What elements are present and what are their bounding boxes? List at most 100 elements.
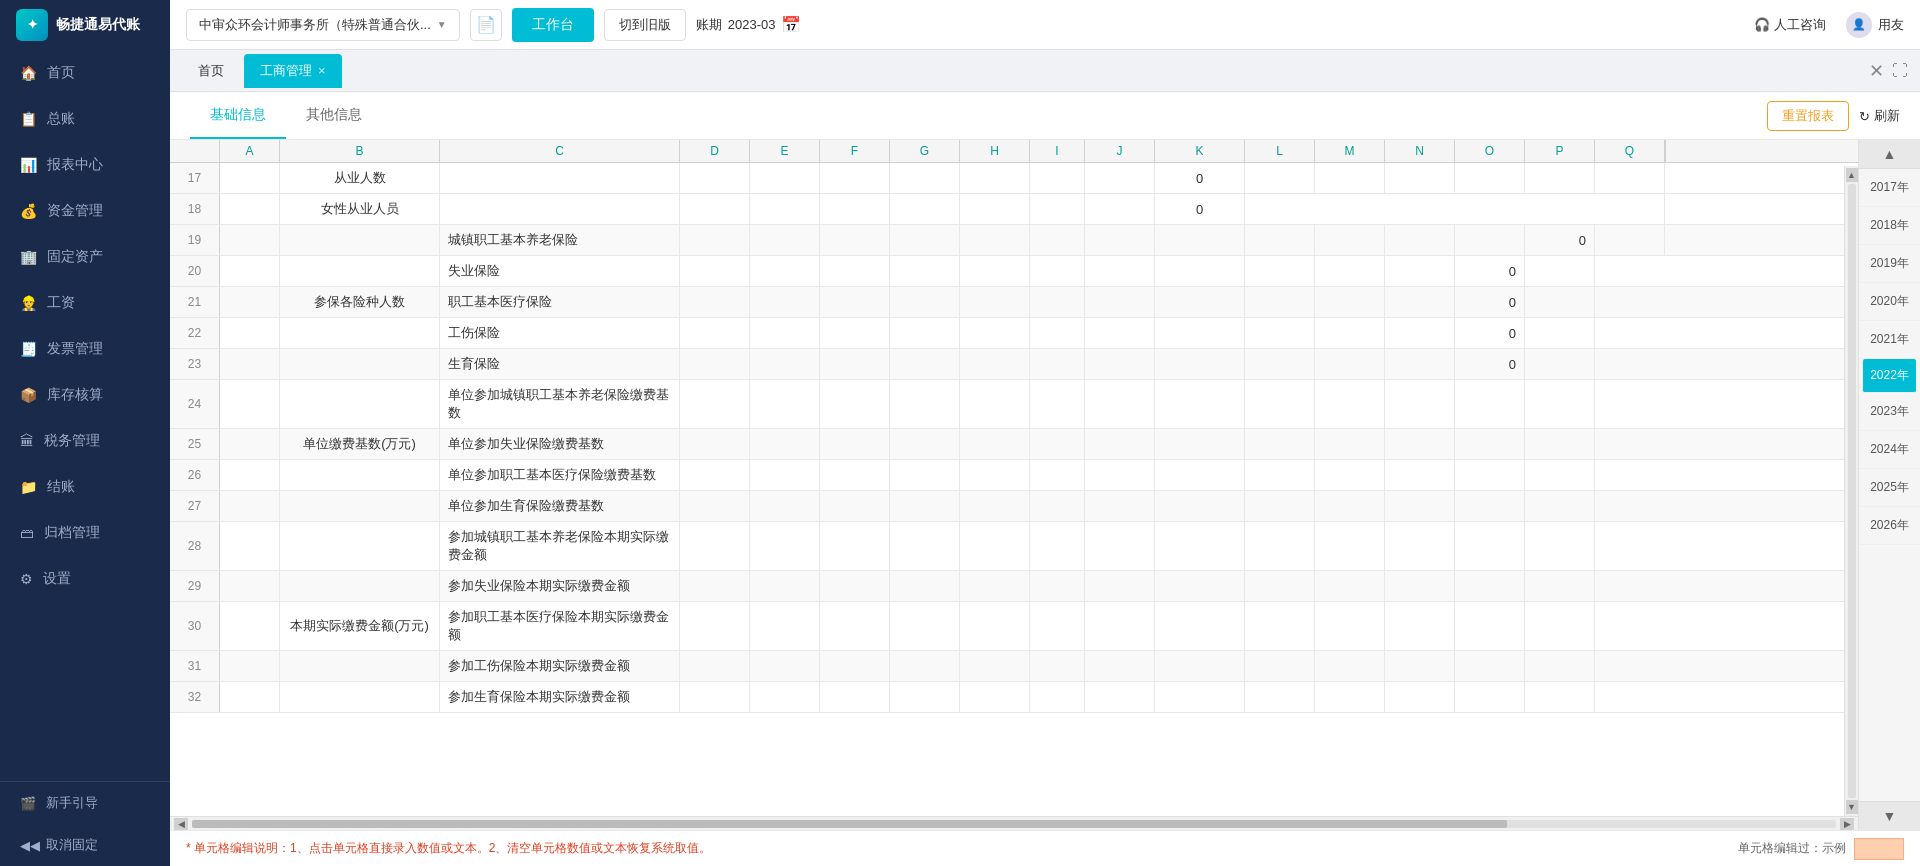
cell-19-J[interactable] [1085, 225, 1155, 255]
sidebar-item-assets[interactable]: 🏢 固定资产 [0, 234, 170, 280]
refresh-button[interactable]: ↻ 刷新 [1859, 107, 1900, 125]
cell-19-A[interactable] [220, 225, 280, 255]
cell-18-J[interactable] [1085, 194, 1155, 224]
year-item-2019[interactable]: 2019年 [1859, 245, 1920, 283]
sidebar-item-unpin[interactable]: ◀◀ 取消固定 [0, 824, 170, 866]
cell-19-H[interactable] [960, 225, 1030, 255]
year-item-2023[interactable]: 2023年 [1859, 393, 1920, 431]
cell-17-A[interactable] [220, 163, 280, 193]
h-scroll-track[interactable] [192, 820, 1836, 828]
cell-19-L[interactable] [1245, 225, 1315, 255]
cell-21-P[interactable]: 0 [1455, 287, 1525, 317]
v-scroll-down-button[interactable]: ▼ [1846, 800, 1858, 814]
year-item-2021[interactable]: 2021年 [1859, 321, 1920, 359]
cell-19-D[interactable] [680, 225, 750, 255]
cell-19-G[interactable] [890, 225, 960, 255]
cell-19-K[interactable] [1155, 225, 1245, 255]
cell-17-G[interactable] [890, 163, 960, 193]
switch-version-button[interactable]: 切到旧版 [604, 9, 686, 41]
cell-25-B[interactable]: 单位缴费基数(万元) [280, 429, 440, 459]
year-nav-down-button[interactable]: ▼ [1859, 801, 1920, 830]
sidebar-item-inventory[interactable]: 📦 库存核算 [0, 372, 170, 418]
sidebar-item-invoice[interactable]: 🧾 发票管理 [0, 326, 170, 372]
cell-28-C[interactable]: 参加城镇职工基本养老保险本期实际缴费金额 [440, 522, 680, 570]
cell-18-A[interactable] [220, 194, 280, 224]
cell-17-M[interactable] [1315, 163, 1385, 193]
cell-20-C[interactable]: 失业保险 [440, 256, 680, 286]
sidebar-item-tax[interactable]: 🏛 税务管理 [0, 418, 170, 464]
cell-18-I[interactable] [1030, 194, 1085, 224]
cell-18-E[interactable] [750, 194, 820, 224]
sidebar-item-reports[interactable]: 📊 报表中心 [0, 142, 170, 188]
v-scrollbar[interactable]: ▲ ▼ [1844, 166, 1858, 816]
sidebar-item-funds[interactable]: 💰 资金管理 [0, 188, 170, 234]
cell-17-J[interactable] [1085, 163, 1155, 193]
year-item-2026[interactable]: 2026年 [1859, 507, 1920, 545]
cell-19-Q[interactable] [1595, 225, 1665, 255]
cell-17-Q[interactable] [1595, 163, 1665, 193]
workbench-button[interactable]: 工作台 [512, 8, 594, 42]
cell-17-E[interactable] [750, 163, 820, 193]
cell-30-B[interactable]: 本期实际缴费金额(万元) [280, 602, 440, 650]
cell-17-L[interactable] [1245, 163, 1315, 193]
year-nav-up-button[interactable]: ▲ [1859, 140, 1920, 169]
cell-21-B[interactable]: 参保各险种人数 [280, 287, 440, 317]
sidebar-item-payroll[interactable]: 👷 工资 [0, 280, 170, 326]
cell-21-C[interactable]: 职工基本医疗保险 [440, 287, 680, 317]
sidebar-item-settings[interactable]: ⚙ 设置 [0, 556, 170, 602]
grid-body[interactable]: 17 从业人数 0 [170, 163, 1858, 816]
cell-18-H[interactable] [960, 194, 1030, 224]
cell-18-C[interactable] [440, 194, 680, 224]
user-area[interactable]: 👤 用友 [1846, 12, 1904, 38]
cell-18-F[interactable] [820, 194, 890, 224]
cell-29-C[interactable]: 参加失业保险本期实际缴费金额 [440, 571, 680, 601]
h-scroll-right-button[interactable]: ▶ [1840, 818, 1854, 830]
cell-17-B[interactable]: 从业人数 [280, 163, 440, 193]
cell-17-F[interactable] [820, 163, 890, 193]
cell-23-P[interactable]: 0 [1455, 349, 1525, 379]
close-window-button[interactable]: ✕ [1869, 60, 1884, 82]
consult-button[interactable]: 🎧 人工咨询 [1754, 16, 1826, 34]
cell-18-G[interactable] [890, 194, 960, 224]
cell-30-C[interactable]: 参加职工基本医疗保险本期实际缴费金额 [440, 602, 680, 650]
sub-tab-basic[interactable]: 基础信息 [190, 92, 286, 139]
sidebar-item-ledger[interactable]: 📋 总账 [0, 96, 170, 142]
year-item-2017[interactable]: 2017年 [1859, 169, 1920, 207]
year-item-2018[interactable]: 2018年 [1859, 207, 1920, 245]
sidebar-item-closing[interactable]: 📁 结账 [0, 464, 170, 510]
v-scroll-up-button[interactable]: ▲ [1846, 168, 1858, 182]
cell-19-O[interactable] [1455, 225, 1525, 255]
cell-18-B[interactable]: 女性从业人员 [280, 194, 440, 224]
year-item-2020[interactable]: 2020年 [1859, 283, 1920, 321]
cell-18-rest[interactable] [1245, 194, 1665, 224]
cell-19-B[interactable] [280, 225, 440, 255]
cell-19-F[interactable] [820, 225, 890, 255]
cell-23-C[interactable]: 生育保险 [440, 349, 680, 379]
cell-22-C[interactable]: 工伤保险 [440, 318, 680, 348]
cell-24-C[interactable]: 单位参加城镇职工基本养老保险缴费基数 [440, 380, 680, 428]
cell-17-P[interactable] [1525, 163, 1595, 193]
cell-17-I[interactable] [1030, 163, 1085, 193]
year-item-2025[interactable]: 2025年 [1859, 469, 1920, 507]
tab-business-mgmt[interactable]: 工商管理 × [244, 54, 342, 88]
cell-17-C[interactable] [440, 163, 680, 193]
cell-18-D[interactable] [680, 194, 750, 224]
calendar-icon[interactable]: 📅 [781, 15, 801, 34]
cell-22-P[interactable]: 0 [1455, 318, 1525, 348]
cell-26-C[interactable]: 单位参加职工基本医疗保险缴费基数 [440, 460, 680, 490]
sidebar-item-archive[interactable]: 🗃 归档管理 [0, 510, 170, 556]
cell-31-C[interactable]: 参加工伤保险本期实际缴费金额 [440, 651, 680, 681]
cell-17-H[interactable] [960, 163, 1030, 193]
cell-19-I[interactable] [1030, 225, 1085, 255]
cell-19-P[interactable]: 0 [1525, 225, 1595, 255]
cell-18-K[interactable]: 0 [1155, 194, 1245, 224]
cell-32-C[interactable]: 参加生育保险本期实际缴费金额 [440, 682, 680, 712]
h-scroll-left-button[interactable]: ◀ [174, 818, 188, 830]
year-item-2022[interactable]: 2022年 [1863, 359, 1916, 393]
cell-17-D[interactable] [680, 163, 750, 193]
cell-19-C[interactable]: 城镇职工基本养老保险 [440, 225, 680, 255]
sidebar-item-guide[interactable]: 🎬 新手引导 [0, 782, 170, 824]
cell-19-E[interactable] [750, 225, 820, 255]
cell-17-O[interactable] [1455, 163, 1525, 193]
cell-19-M[interactable] [1315, 225, 1385, 255]
